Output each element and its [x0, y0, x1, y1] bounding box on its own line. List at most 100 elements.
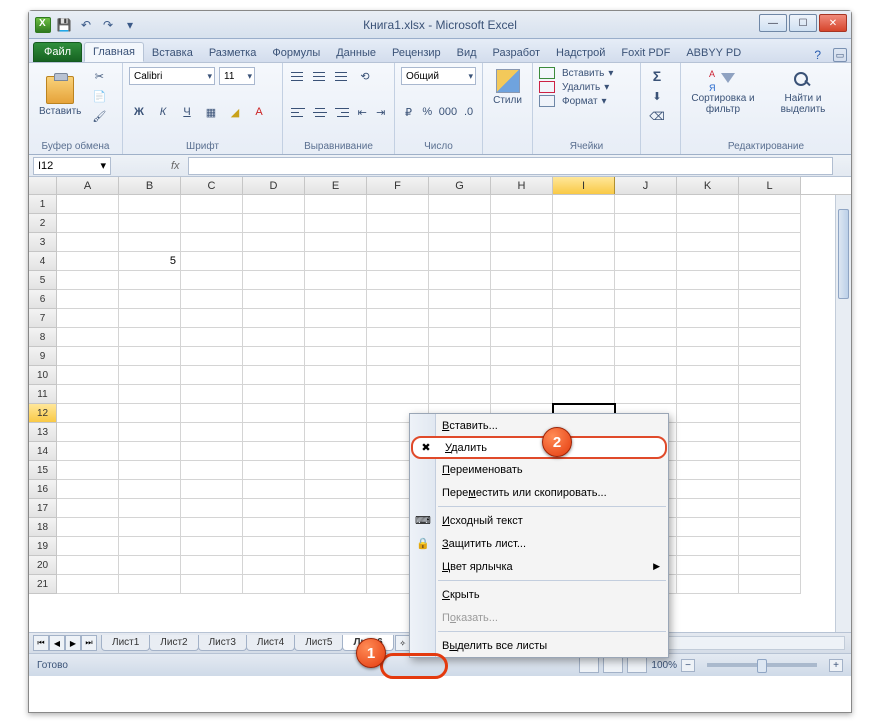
cell[interactable]	[57, 423, 119, 442]
cell[interactable]	[181, 480, 243, 499]
cell[interactable]	[119, 575, 181, 594]
column-header[interactable]: C	[181, 177, 243, 194]
sheet-tab[interactable]: Лист5	[294, 635, 343, 651]
cell[interactable]	[57, 480, 119, 499]
cell[interactable]	[57, 195, 119, 214]
cell[interactable]	[367, 271, 429, 290]
menu-item[interactable]: Переместить или скопировать...	[410, 481, 668, 504]
cell[interactable]	[57, 461, 119, 480]
cell[interactable]	[491, 385, 553, 404]
cell[interactable]	[181, 461, 243, 480]
italic-button[interactable]: К	[153, 103, 173, 121]
row-header[interactable]: 20	[29, 556, 57, 575]
sort-filter-button[interactable]: Сортировка и фильтр	[687, 67, 759, 117]
cell[interactable]	[739, 328, 801, 347]
row-header[interactable]: 13	[29, 423, 57, 442]
cell[interactable]	[677, 366, 739, 385]
cell[interactable]	[181, 214, 243, 233]
cell[interactable]	[119, 442, 181, 461]
cell[interactable]	[429, 195, 491, 214]
sheet-tab[interactable]: Лист4	[246, 635, 295, 651]
cell[interactable]	[181, 233, 243, 252]
cell[interactable]	[119, 461, 181, 480]
indent-decrease-icon[interactable]: ⇤	[355, 103, 370, 121]
qat-customize-icon[interactable]: ▾	[121, 16, 139, 34]
cell[interactable]	[305, 271, 367, 290]
column-header[interactable]: D	[243, 177, 305, 194]
paste-button[interactable]: Вставить	[35, 74, 85, 119]
cell[interactable]	[491, 347, 553, 366]
close-button[interactable]: ✕	[819, 14, 847, 32]
underline-button[interactable]: Ч	[177, 103, 197, 121]
row-header[interactable]: 4	[29, 252, 57, 271]
cell[interactable]	[181, 271, 243, 290]
fill-icon[interactable]: ⬇	[647, 87, 667, 105]
cell[interactable]: 5	[119, 252, 181, 271]
cell[interactable]	[243, 461, 305, 480]
column-header[interactable]: J	[615, 177, 677, 194]
cell[interactable]	[553, 385, 615, 404]
align-bottom-icon[interactable]	[333, 68, 351, 84]
cell[interactable]	[119, 537, 181, 556]
cell[interactable]	[677, 252, 739, 271]
row-header[interactable]: 5	[29, 271, 57, 290]
align-top-icon[interactable]	[289, 68, 307, 84]
cell[interactable]	[429, 233, 491, 252]
cell[interactable]	[181, 499, 243, 518]
view-pagebreak-icon[interactable]	[627, 657, 647, 673]
cell[interactable]	[367, 309, 429, 328]
sheet-tab[interactable]: Лист2	[149, 635, 198, 651]
cell[interactable]	[243, 366, 305, 385]
cell[interactable]	[181, 556, 243, 575]
cell[interactable]	[57, 328, 119, 347]
cell[interactable]	[243, 575, 305, 594]
cell[interactable]	[615, 309, 677, 328]
fx-icon[interactable]: fx	[171, 160, 180, 172]
row-header[interactable]: 3	[29, 233, 57, 252]
sheet-tab[interactable]: Лист1	[101, 635, 150, 651]
cell[interactable]	[119, 385, 181, 404]
cell[interactable]	[739, 366, 801, 385]
cell[interactable]	[739, 537, 801, 556]
column-header[interactable]: A	[57, 177, 119, 194]
menu-item[interactable]: Вставить...	[410, 414, 668, 437]
tab-file[interactable]: Файл	[33, 42, 82, 62]
cell[interactable]	[243, 309, 305, 328]
cell[interactable]	[677, 537, 739, 556]
menu-item[interactable]: Переименовать	[410, 458, 668, 481]
cell[interactable]	[305, 347, 367, 366]
cell[interactable]	[429, 271, 491, 290]
cell[interactable]	[181, 309, 243, 328]
cell[interactable]	[243, 252, 305, 271]
column-header[interactable]: H	[491, 177, 553, 194]
column-header[interactable]: B	[119, 177, 181, 194]
cell[interactable]	[491, 252, 553, 271]
cell[interactable]	[243, 499, 305, 518]
cell[interactable]	[305, 385, 367, 404]
sheet-tab[interactable]: Лист3	[198, 635, 247, 651]
row-header[interactable]: 14	[29, 442, 57, 461]
cell[interactable]	[119, 404, 181, 423]
cell[interactable]	[305, 195, 367, 214]
cell[interactable]	[367, 290, 429, 309]
qat-undo-icon[interactable]: ↶	[77, 16, 95, 34]
cell[interactable]	[677, 214, 739, 233]
cell[interactable]	[57, 290, 119, 309]
cell[interactable]	[57, 442, 119, 461]
cell[interactable]	[57, 499, 119, 518]
cell[interactable]	[615, 233, 677, 252]
cell[interactable]	[677, 442, 739, 461]
cell[interactable]	[553, 195, 615, 214]
cell[interactable]	[57, 309, 119, 328]
cell[interactable]	[305, 442, 367, 461]
cell[interactable]	[739, 499, 801, 518]
cell[interactable]	[305, 252, 367, 271]
tab-data[interactable]: Данные	[328, 44, 384, 62]
help-icon[interactable]: ?	[808, 48, 827, 62]
orientation-icon[interactable]: ⟲	[355, 67, 375, 85]
tab-view[interactable]: Вид	[449, 44, 485, 62]
find-select-button[interactable]: Найти и выделить	[769, 67, 837, 117]
cell[interactable]	[739, 195, 801, 214]
qat-redo-icon[interactable]: ↷	[99, 16, 117, 34]
cell[interactable]	[119, 233, 181, 252]
